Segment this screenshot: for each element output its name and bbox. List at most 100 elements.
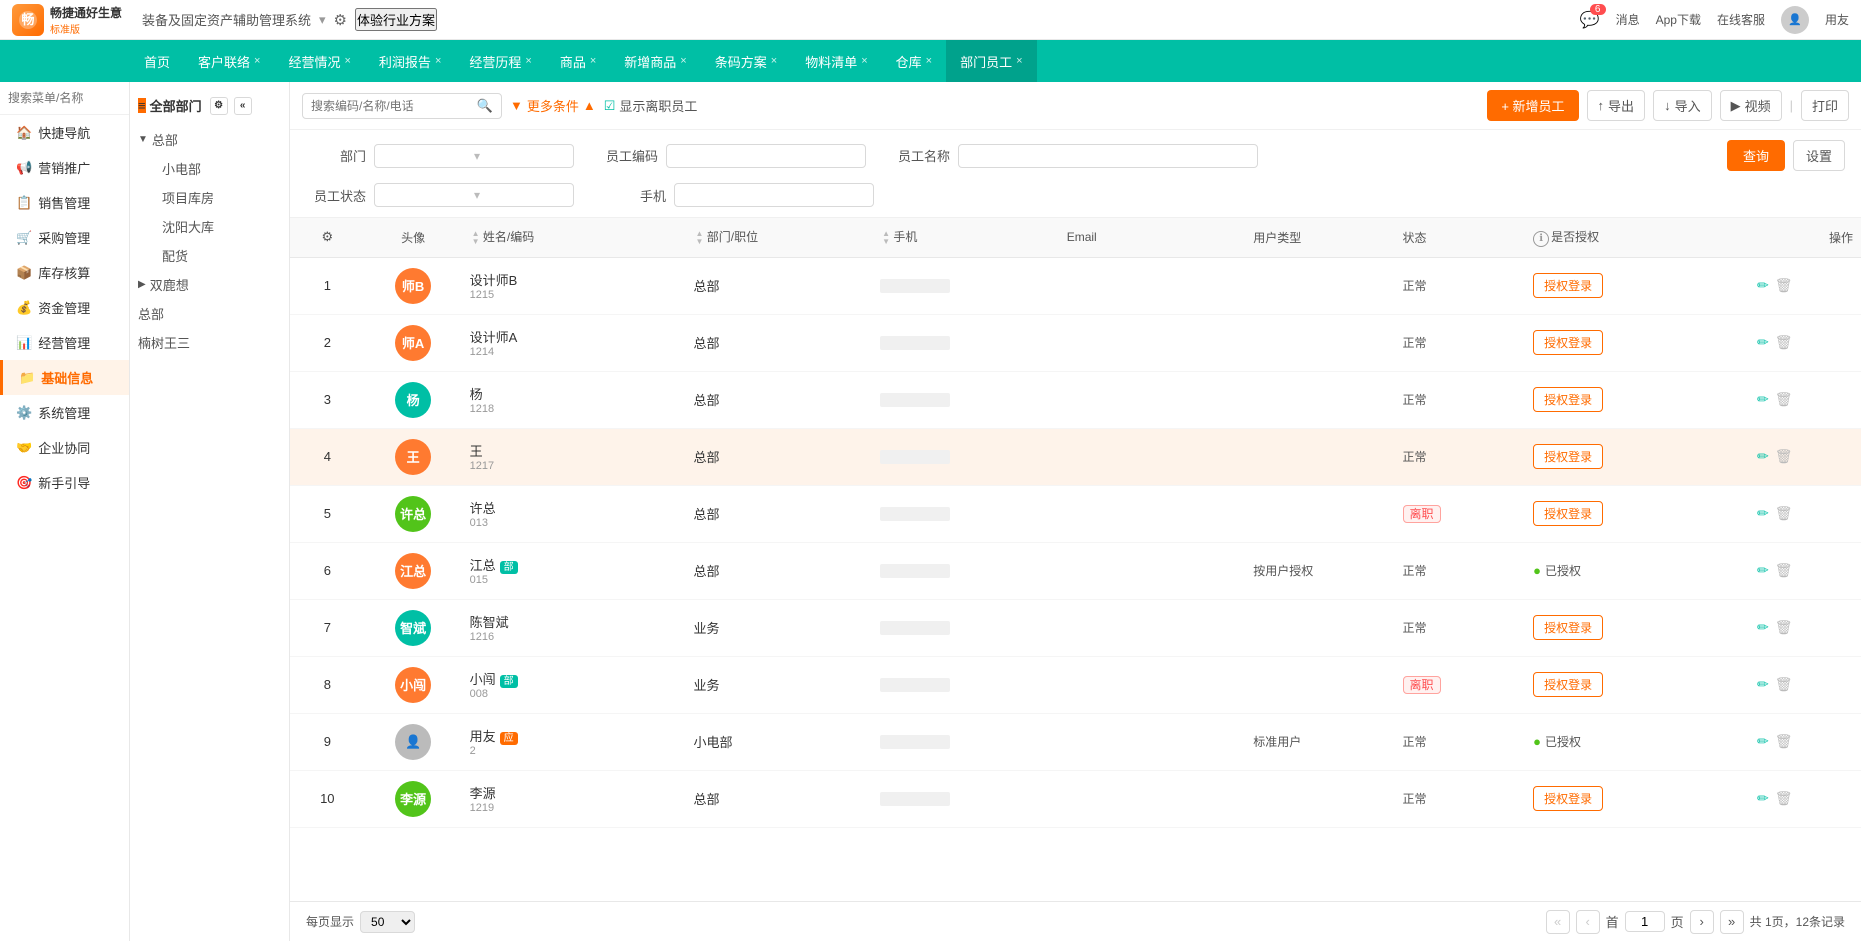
close-icon[interactable]: × <box>254 55 260 67</box>
search-button[interactable]: 查询 <box>1727 140 1785 171</box>
edit-icon[interactable]: ✏ <box>1757 334 1769 351</box>
nav-item-profit[interactable]: 利润报告× <box>365 40 455 82</box>
authorize-button[interactable]: 授权登录 <box>1533 330 1603 355</box>
nav-item-history[interactable]: 经营历程× <box>455 40 545 82</box>
settings-icon[interactable]: ⚙ <box>334 11 347 29</box>
col-phone-header[interactable]: ▲▼ 手机 <box>872 218 1059 257</box>
edit-icon[interactable]: ✏ <box>1757 562 1769 579</box>
delete-icon[interactable]: 🗑 <box>1775 790 1793 807</box>
authorize-button[interactable]: 授权登录 <box>1533 501 1603 526</box>
add-employee-button[interactable]: + 新增员工 <box>1487 90 1578 121</box>
delete-icon[interactable]: 🗑 <box>1775 505 1793 522</box>
authorize-button[interactable]: 授权登录 <box>1533 786 1603 811</box>
authorize-button[interactable]: 授权登录 <box>1533 387 1603 412</box>
sidebar-item-purchase[interactable]: 🛒 采购管理 <box>0 220 129 255</box>
prev-page-btn[interactable]: ‹ <box>1576 910 1600 934</box>
nav-item-material[interactable]: 物料清单× <box>791 40 881 82</box>
close-icon[interactable]: × <box>861 55 867 67</box>
delete-icon[interactable]: 🗑 <box>1775 277 1793 294</box>
last-page-btn[interactable]: » <box>1720 910 1744 934</box>
edit-icon[interactable]: ✏ <box>1757 733 1769 750</box>
delete-icon[interactable]: 🗑 <box>1775 391 1793 408</box>
emp-code-input[interactable] <box>666 144 866 168</box>
close-icon[interactable]: × <box>1016 55 1022 67</box>
authorize-button[interactable]: 授权登录 <box>1533 273 1603 298</box>
status-select[interactable]: ▾ <box>374 183 574 207</box>
close-icon[interactable]: × <box>435 55 441 67</box>
delete-icon[interactable]: 🗑 <box>1775 619 1793 636</box>
dept-node-shuanglu[interactable]: ▶ 双鹿想 <box>130 270 289 299</box>
next-page-btn[interactable]: › <box>1690 910 1714 934</box>
print-button[interactable]: 打印 <box>1801 90 1849 121</box>
sidebar-search-input[interactable] <box>8 91 130 105</box>
delete-icon[interactable]: 🗑 <box>1775 334 1793 351</box>
nav-item-home[interactable]: 首页 <box>130 40 184 82</box>
view-button[interactable]: ▶ 视频 <box>1720 90 1782 121</box>
info-icon[interactable]: ℹ <box>1533 231 1549 247</box>
authorize-button[interactable]: 授权登录 <box>1533 444 1603 469</box>
nav-item-department[interactable]: 部门员工× <box>946 40 1036 82</box>
sidebar-item-finance[interactable]: 💰 资金管理 <box>0 290 129 325</box>
export-button[interactable]: ↑ 导出 <box>1587 90 1646 121</box>
online-service-link[interactable]: 在线客服 <box>1717 11 1765 28</box>
dept-select[interactable]: ▾ <box>374 144 574 168</box>
delete-icon[interactable]: 🗑 <box>1775 676 1793 693</box>
dept-node-zongbu2[interactable]: 总部 <box>130 299 289 328</box>
edit-icon[interactable]: ✏ <box>1757 619 1769 636</box>
page-number-input[interactable] <box>1625 911 1665 932</box>
nav-item-product[interactable]: 商品× <box>546 40 610 82</box>
close-icon[interactable]: × <box>344 55 350 67</box>
edit-icon[interactable]: ✏ <box>1757 676 1769 693</box>
app-download-link[interactable]: App下载 <box>1656 11 1701 28</box>
emp-name-input[interactable] <box>958 144 1258 168</box>
nav-item-add-product[interactable]: 新增商品× <box>610 40 700 82</box>
delete-icon[interactable]: 🗑 <box>1775 562 1793 579</box>
sidebar-search-box[interactable]: 🔍 <box>0 82 129 115</box>
more-filter-btn[interactable]: ▼ 更多条件 ▲ <box>510 96 596 115</box>
dept-node-head[interactable]: ▼ 总部 <box>130 125 289 154</box>
edit-icon[interactable]: ✏ <box>1757 391 1769 408</box>
close-icon[interactable]: × <box>680 55 686 67</box>
sidebar-item-basic-info[interactable]: 📁 基础信息 <box>0 360 129 395</box>
delete-icon[interactable]: 🗑 <box>1775 733 1793 750</box>
sidebar-item-inventory[interactable]: 📦 库存核算 <box>0 255 129 290</box>
col-name-header[interactable]: ▲▼ 姓名/编码 <box>462 218 686 257</box>
sidebar-item-guide[interactable]: 🎯 新手引导 <box>0 465 129 500</box>
notification-area[interactable]: 💬 6 <box>1580 10 1600 30</box>
close-icon[interactable]: × <box>771 55 777 67</box>
dropdown-icon[interactable]: ▾ <box>319 12 326 28</box>
experience-button[interactable]: 体验行业方案 <box>355 8 437 31</box>
nav-item-customer[interactable]: 客户联络× <box>184 40 274 82</box>
edit-icon[interactable]: ✏ <box>1757 505 1769 522</box>
sidebar-item-collab[interactable]: 🤝 企业协同 <box>0 430 129 465</box>
dept-all[interactable]: ≡ 全部部门 ⚙ « <box>130 90 289 121</box>
sidebar-item-management[interactable]: 📊 经营管理 <box>0 325 129 360</box>
dept-node-nanshu[interactable]: 楠树王三 <box>130 328 289 357</box>
dept-node-shenyang[interactable]: 沈阳大库 <box>154 212 289 241</box>
col-settings[interactable]: ⚙ <box>290 218 365 257</box>
first-page-btn[interactable]: « <box>1546 910 1570 934</box>
dept-node-xiaodian[interactable]: 小电部 <box>154 154 289 183</box>
nav-item-operation[interactable]: 经营情况× <box>274 40 364 82</box>
page-size-select[interactable]: 50 20 100 <box>360 911 415 933</box>
nav-item-barcode[interactable]: 条码方案× <box>701 40 791 82</box>
edit-icon[interactable]: ✏ <box>1757 448 1769 465</box>
close-icon[interactable]: × <box>590 55 596 67</box>
sidebar-item-sales[interactable]: 📋 销售管理 <box>0 185 129 220</box>
delete-icon[interactable]: 🗑 <box>1775 448 1793 465</box>
sidebar-item-system[interactable]: ⚙️ 系统管理 <box>0 395 129 430</box>
col-dept-header[interactable]: ▲▼ 部门/职位 <box>686 218 873 257</box>
close-icon[interactable]: × <box>926 55 932 67</box>
reset-button[interactable]: 设置 <box>1793 140 1845 171</box>
sidebar-item-marketing[interactable]: 📢 营销推广 <box>0 150 129 185</box>
search-icon[interactable]: 🔍 <box>477 98 493 114</box>
search-input-box[interactable]: 🔍 <box>302 93 502 119</box>
dept-node-project[interactable]: 项目库房 <box>154 183 289 212</box>
edit-icon[interactable]: ✏ <box>1757 277 1769 294</box>
dept-settings-icon[interactable]: ⚙ <box>210 97 228 115</box>
edit-icon[interactable]: ✏ <box>1757 790 1769 807</box>
close-icon[interactable]: × <box>525 55 531 67</box>
authorize-button[interactable]: 授权登录 <box>1533 615 1603 640</box>
phone-input[interactable] <box>674 183 874 207</box>
dept-node-peihe[interactable]: 配货 <box>154 241 289 270</box>
